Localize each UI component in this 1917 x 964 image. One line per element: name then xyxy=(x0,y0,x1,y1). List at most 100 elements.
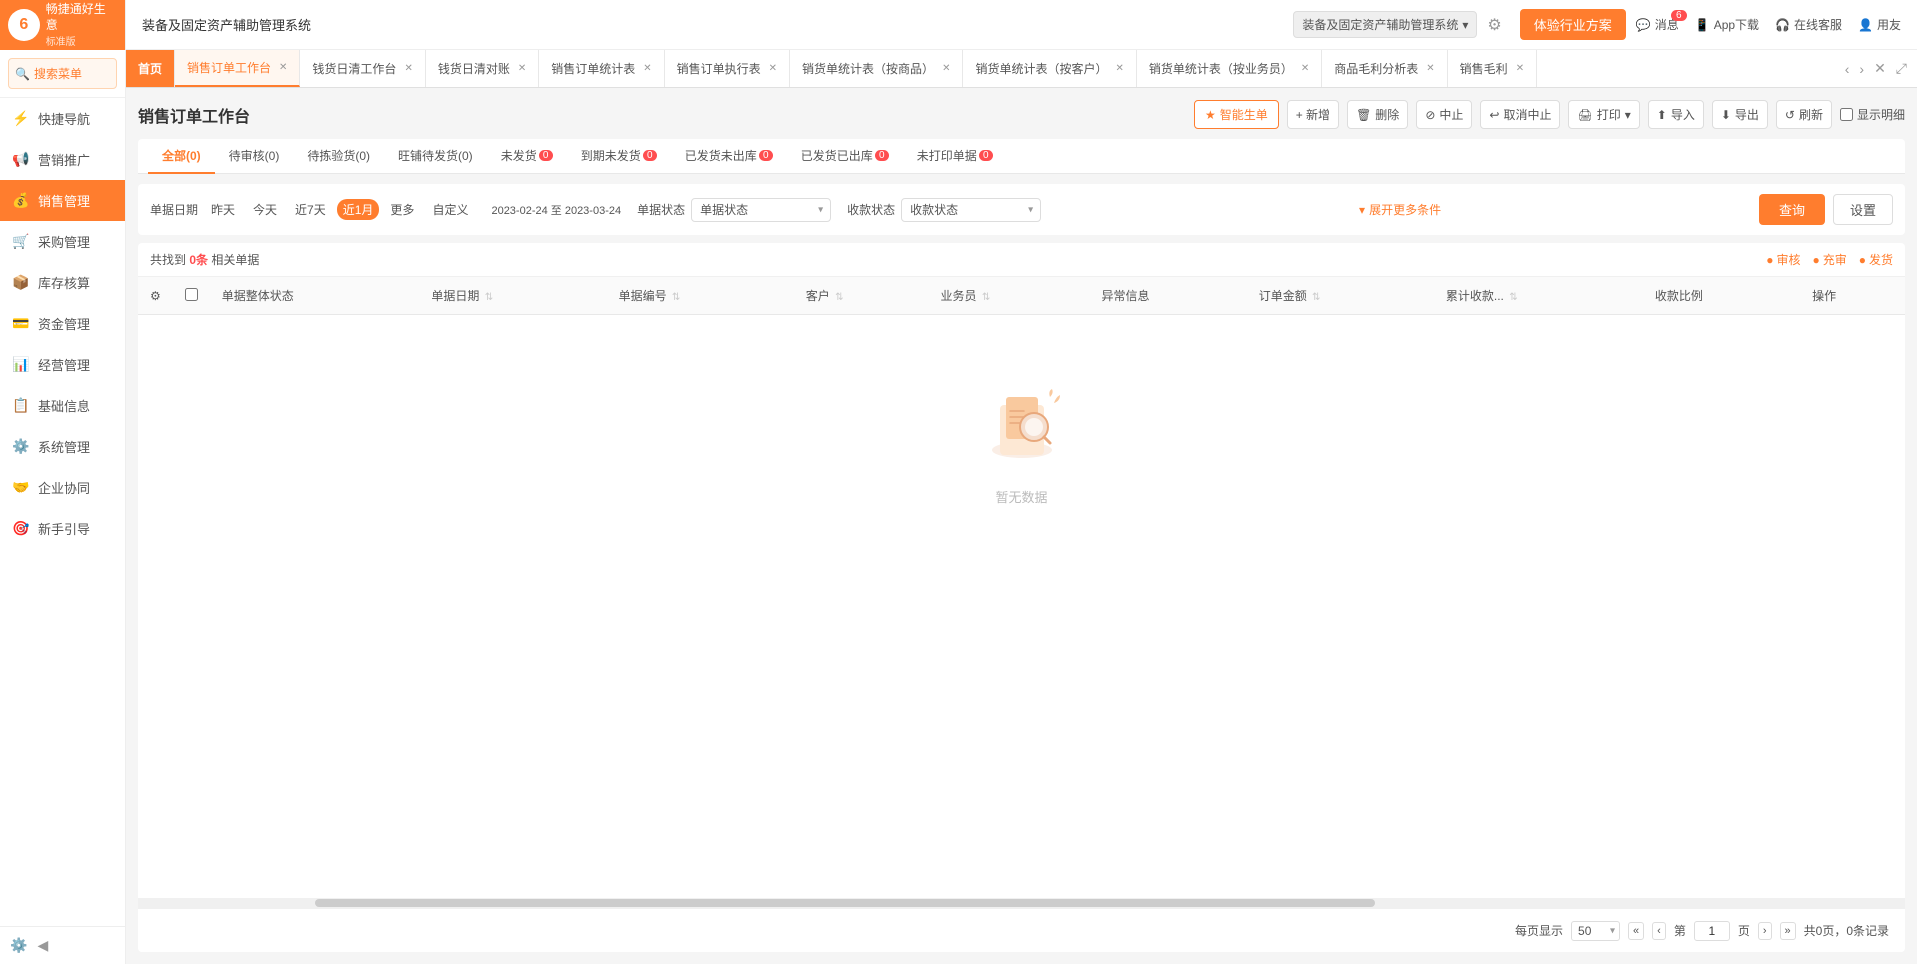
tab-sales-product[interactable]: 销货单统计表（按商品） ✕ xyxy=(790,50,963,87)
refresh-button[interactable]: ↺ 刷新 xyxy=(1776,100,1832,129)
tab-home[interactable]: 首页 xyxy=(126,50,175,87)
date-btn-7days[interactable]: 近7天 xyxy=(288,198,333,221)
stop-button[interactable]: ⊘ 中止 xyxy=(1416,100,1472,129)
sidebar-item-collab[interactable]: 🤝 企业协同 xyxy=(0,467,125,508)
filter-tab-wangpu[interactable]: 旺铺待发货(0) xyxy=(384,139,487,174)
table-scroll-area: ⚙ 单据整体状态 单据日期 ⇅ 单据编号 ⇅ xyxy=(138,277,1905,898)
tab-sales-customer-close[interactable]: ✕ xyxy=(1115,63,1123,74)
next-page-button[interactable]: › xyxy=(1758,922,1772,940)
tab-scroll-right-button[interactable]: › xyxy=(1855,59,1868,79)
date-btn-custom[interactable]: 自定义 xyxy=(425,198,475,221)
collapse-icon[interactable]: ◀ xyxy=(37,937,48,954)
first-page-button[interactable]: « xyxy=(1628,922,1644,940)
online-service-button[interactable]: 🎧 在线客服 xyxy=(1775,16,1842,33)
page-number-input[interactable] xyxy=(1694,921,1730,941)
tab-cash-reconcile[interactable]: 钱货日清对账 ✕ xyxy=(426,50,539,87)
tab-sales-product-close[interactable]: ✕ xyxy=(942,63,950,74)
col-date[interactable]: 单据日期 ⇅ xyxy=(419,277,606,315)
status-select[interactable]: 单据状态 xyxy=(691,198,831,222)
tab-sales-gross-close[interactable]: ✕ xyxy=(1516,63,1524,74)
sidebar-item-finance[interactable]: 💳 资金管理 xyxy=(0,303,125,344)
print-button[interactable]: 🖨 打印 ▾ xyxy=(1568,100,1639,129)
tab-sales-customer[interactable]: 销货单统计表（按客户） ✕ xyxy=(963,50,1136,87)
show-detail-label: 显示明细 xyxy=(1857,106,1905,123)
review-action-button[interactable]: ● 审核 xyxy=(1766,251,1800,268)
import-button[interactable]: ⬆ 导入 xyxy=(1648,100,1704,129)
unreviewed-action-button[interactable]: ● 充审 xyxy=(1812,251,1846,268)
cancel-stop-button[interactable]: ↩ 取消中止 xyxy=(1480,100,1560,129)
sidebar-item-system[interactable]: ⚙️ 系统管理 xyxy=(0,426,125,467)
select-all-checkbox[interactable] xyxy=(185,288,198,301)
tab-gross-analysis-close[interactable]: ✕ xyxy=(1426,63,1434,74)
date-btn-yesterday[interactable]: 昨天 xyxy=(204,198,242,221)
tab-sales-workbench[interactable]: 销售订单工作台 ✕ xyxy=(175,50,300,87)
sidebar-item-purchase[interactable]: 🛒 采购管理 xyxy=(0,221,125,262)
delete-button[interactable]: 🗑 删除 xyxy=(1347,100,1408,129)
date-btn-more[interactable]: 更多 xyxy=(383,198,421,221)
expand-conditions-button[interactable]: ▾ 展开更多条件 xyxy=(1359,201,1441,218)
last-page-button[interactable]: » xyxy=(1780,922,1796,940)
sidebar-item-quick-nav[interactable]: ⚡ 快捷导航 xyxy=(0,98,125,139)
page-size-select[interactable]: 50 100 200 xyxy=(1571,921,1620,941)
show-detail-input[interactable] xyxy=(1840,108,1853,121)
ship-action-button[interactable]: ● 发货 xyxy=(1859,251,1893,268)
payment-select[interactable]: 收款状态 xyxy=(901,198,1041,222)
filter-tab-not-printed[interactable]: 未打印单据 0 xyxy=(903,139,1007,174)
setting-button[interactable]: 设置 xyxy=(1833,194,1893,225)
tab-sales-workbench-close[interactable]: ✕ xyxy=(279,62,287,73)
tab-sales-staff[interactable]: 销货单统计表（按业务员） ✕ xyxy=(1137,50,1322,87)
col-salesperson[interactable]: 业务员 ⇅ xyxy=(929,277,1090,315)
filter-tab-shipped-out[interactable]: 已发货已出库 0 xyxy=(787,139,903,174)
tab-cash-reconcile-close[interactable]: ✕ xyxy=(518,63,526,74)
col-checkbox xyxy=(173,277,210,315)
date-btn-1month[interactable]: 近1月 xyxy=(337,199,380,220)
search-menu-button[interactable]: 🔍 搜索菜单 xyxy=(8,58,117,89)
show-detail-checkbox[interactable]: 显示明细 xyxy=(1840,106,1905,123)
tab-sales-stats-close[interactable]: ✕ xyxy=(643,63,651,74)
settings-bottom-icon[interactable]: ⚙️ xyxy=(10,937,27,954)
prev-page-button[interactable]: ‹ xyxy=(1652,922,1666,940)
user-menu-button[interactable]: 👤 用友 xyxy=(1858,16,1901,33)
col-amount[interactable]: 订单金额 ⇅ xyxy=(1247,277,1434,315)
tab-gross-analysis[interactable]: 商品毛利分析表 ✕ xyxy=(1322,50,1447,87)
sidebar-item-guide[interactable]: 🎯 新手引导 xyxy=(0,508,125,549)
search-button[interactable]: 查询 xyxy=(1759,194,1825,225)
col-number[interactable]: 单据编号 ⇅ xyxy=(607,277,794,315)
tab-maximize-button[interactable]: ⤢ xyxy=(1892,58,1911,79)
col-cumulative-payment[interactable]: 累计收款... ⇅ xyxy=(1434,277,1643,315)
scrollbar-thumb[interactable] xyxy=(315,899,1375,907)
filter-tab-all[interactable]: 全部(0) xyxy=(148,139,215,174)
tab-cash-daily-close[interactable]: ✕ xyxy=(404,63,412,74)
export-button[interactable]: ⬇ 导出 xyxy=(1712,100,1768,129)
col-customer[interactable]: 客户 ⇅ xyxy=(794,277,929,315)
filter-tab-wangpu-label: 旺铺待发货(0) xyxy=(398,147,473,164)
sidebar-item-marketing[interactable]: 📢 营销推广 xyxy=(0,139,125,180)
filter-tab-overdue[interactable]: 到期未发货 0 xyxy=(567,139,671,174)
sidebar-item-ops[interactable]: 📊 经营管理 xyxy=(0,344,125,385)
horizontal-scrollbar[interactable] xyxy=(138,898,1905,908)
add-button[interactable]: + 新增 xyxy=(1287,100,1339,129)
app-download-button[interactable]: 📱 App下载 xyxy=(1695,16,1759,33)
filter-tab-pending-review[interactable]: 待审核(0) xyxy=(215,139,294,174)
filter-tab-pending-pick[interactable]: 待拣验货(0) xyxy=(293,139,384,174)
filter-tab-shipped-not-out[interactable]: 已发货未出库 0 xyxy=(671,139,787,174)
sidebar-item-inventory[interactable]: 📦 库存核算 xyxy=(0,262,125,303)
tab-close-all-button[interactable]: ✕ xyxy=(1870,58,1890,79)
message-button[interactable]: 💬 消息 6 xyxy=(1636,16,1679,33)
filter-tab-not-shipped[interactable]: 未发货 0 xyxy=(487,139,567,174)
tab-sales-exec-close[interactable]: ✕ xyxy=(769,63,777,74)
smart-create-button[interactable]: ★ 智能生单 xyxy=(1194,100,1279,129)
module-dropdown-button[interactable]: 装备及固定资产辅助管理系统 ▾ xyxy=(1293,11,1477,38)
tab-sales-exec[interactable]: 销售订单执行表 ✕ xyxy=(665,50,790,87)
gear-icon[interactable]: ⚙ xyxy=(1487,15,1501,35)
industry-solution-button[interactable]: 体验行业方案 xyxy=(1520,9,1626,40)
app-download-label: App下载 xyxy=(1714,16,1759,33)
tab-scroll-left-button[interactable]: ‹ xyxy=(1841,59,1854,79)
tab-cash-daily[interactable]: 钱货日清工作台 ✕ xyxy=(300,50,425,87)
tab-sales-stats[interactable]: 销售订单统计表 ✕ xyxy=(539,50,664,87)
tab-sales-gross[interactable]: 销售毛利 ✕ xyxy=(1448,50,1537,87)
sidebar-item-basic[interactable]: 📋 基础信息 xyxy=(0,385,125,426)
tab-sales-staff-close[interactable]: ✕ xyxy=(1301,63,1309,74)
date-btn-today[interactable]: 今天 xyxy=(246,198,284,221)
sidebar-item-sales[interactable]: 💰 销售管理 xyxy=(0,180,125,221)
